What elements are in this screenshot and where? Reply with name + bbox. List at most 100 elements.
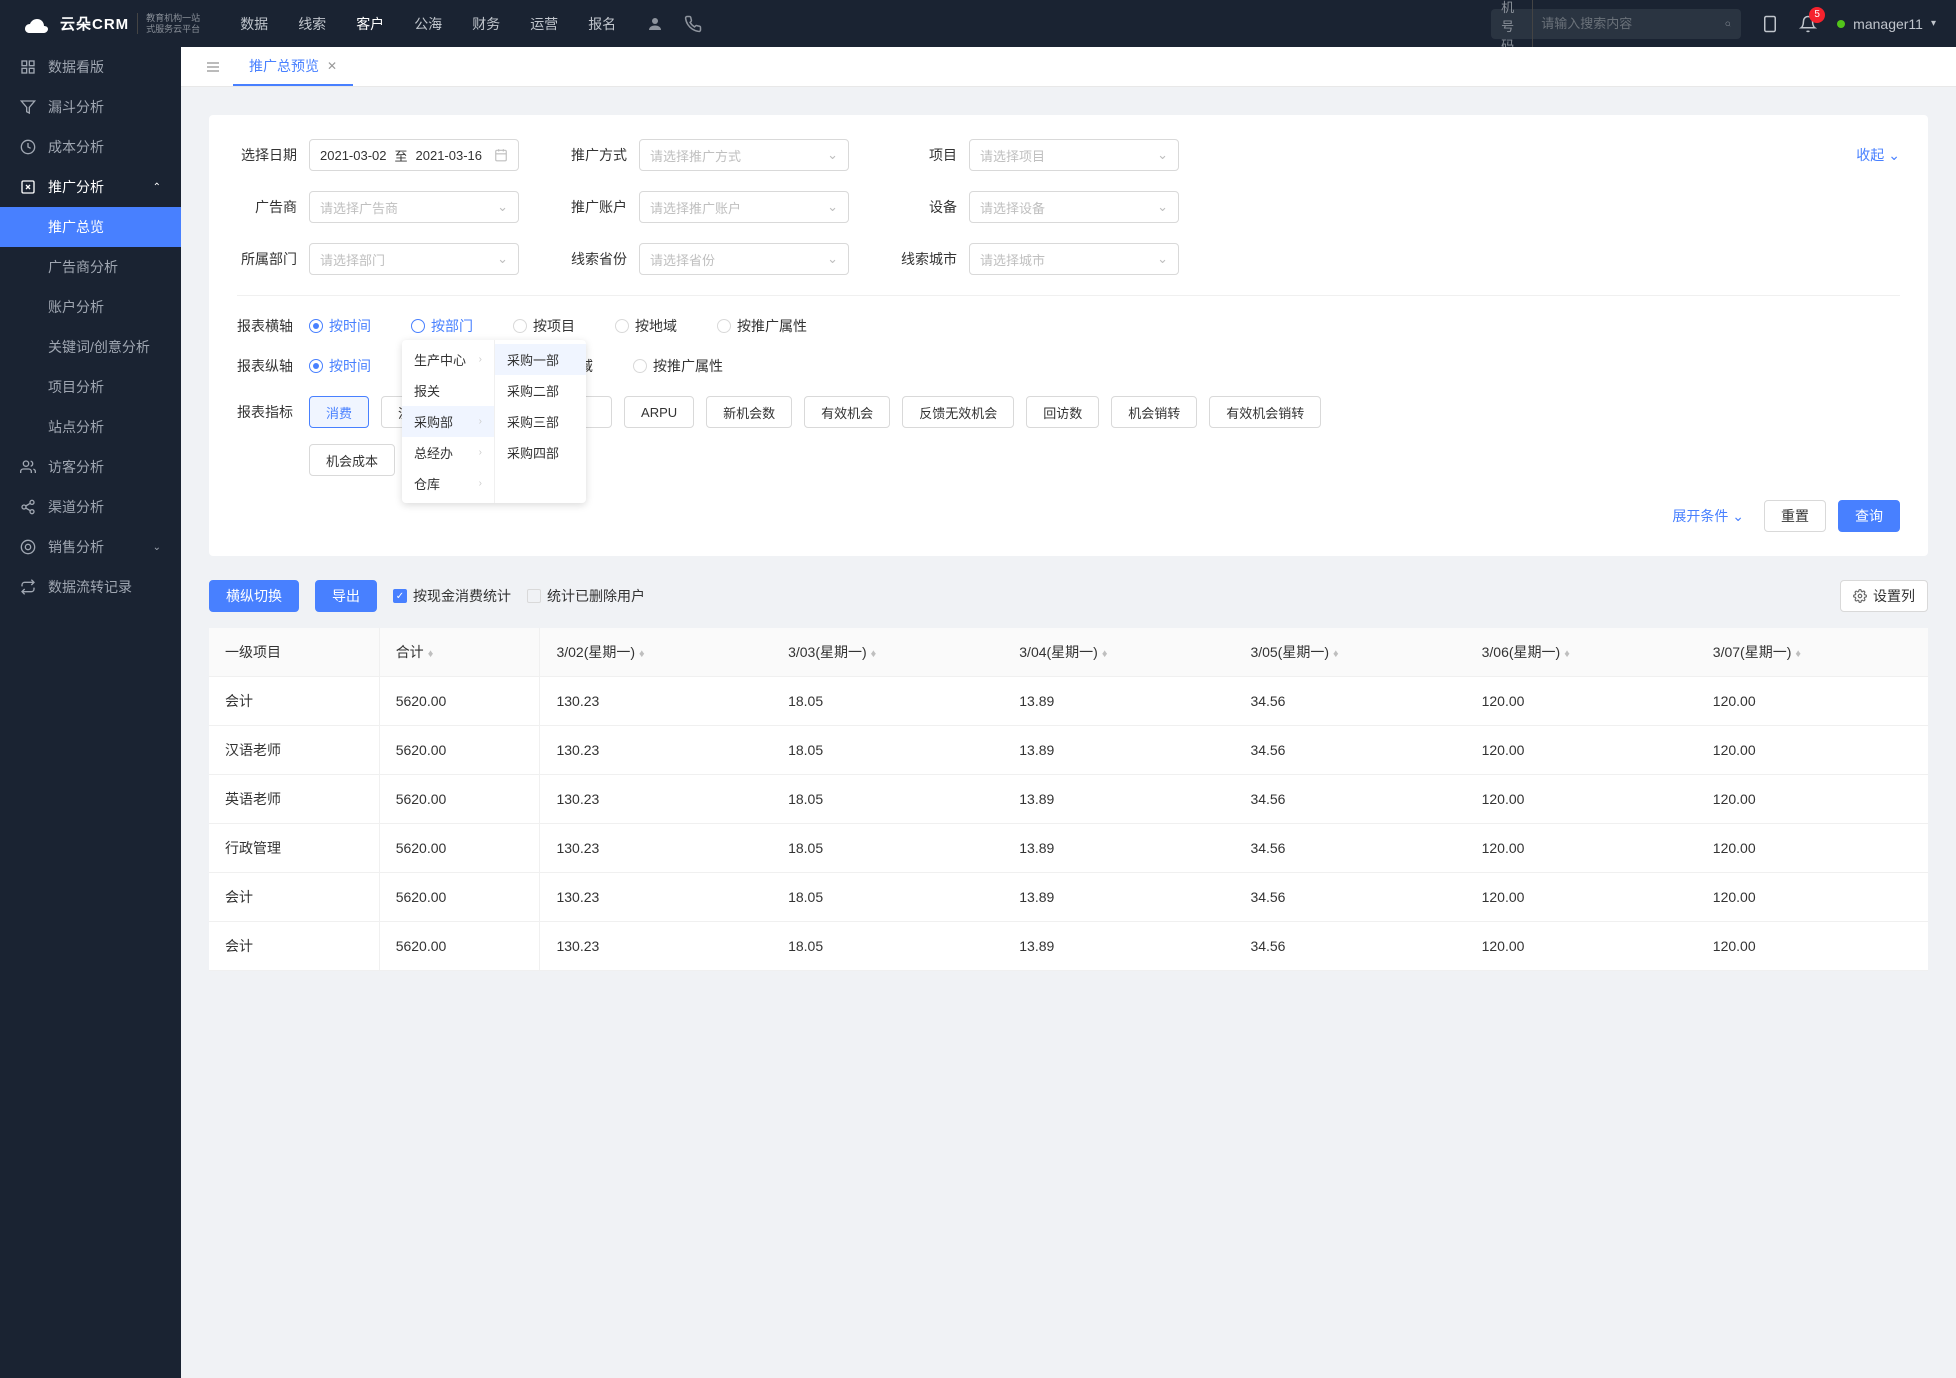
nav-item[interactable]: 报名 (588, 14, 616, 34)
table-header[interactable]: 一级项目 (209, 628, 379, 677)
radio-option[interactable]: 按推广属性 (717, 316, 807, 336)
table-header[interactable]: 3/02(星期一)♦ (540, 628, 772, 677)
radio-option[interactable]: 按推广属性 (633, 356, 723, 376)
radio-option[interactable]: 按地域 (615, 316, 677, 336)
dept-select[interactable]: 请选择部门⌄ (309, 243, 519, 275)
nav-item[interactable]: 公海 (414, 14, 442, 34)
switch-button[interactable]: 横纵切换 (209, 580, 299, 612)
table-cell: 120.00 (1697, 824, 1928, 873)
device-select[interactable]: 请选择设备⌄ (969, 191, 1179, 223)
export-button[interactable]: 导出 (315, 580, 377, 612)
metric-button[interactable]: 有效机会销转 (1209, 396, 1321, 428)
table-header[interactable]: 3/03(星期一)♦ (772, 628, 1003, 677)
date-range-picker[interactable]: 2021-03-02 至 2021-03-16 (309, 139, 519, 171)
dropdown-item[interactable]: 采购四部 (495, 437, 586, 468)
nav-item[interactable]: 客户 (356, 14, 384, 34)
sidebar-subitem[interactable]: 项目分析 (0, 367, 181, 407)
dropdown-item[interactable]: 生产中心› (402, 344, 494, 375)
mobile-icon[interactable] (1761, 15, 1779, 33)
chevron-down-icon: ⌄ (827, 199, 838, 215)
city-select[interactable]: 请选择城市⌄ (969, 243, 1179, 275)
phone-icon[interactable] (684, 15, 702, 33)
dropdown-item[interactable]: 采购二部 (495, 375, 586, 406)
sidebar-subitem[interactable]: 站点分析 (0, 407, 181, 447)
sidebar-subitem[interactable]: 推广总览 (0, 207, 181, 247)
logo-text: 云朵CRM (60, 13, 129, 34)
sidebar-subitem[interactable]: 关键词/创意分析 (0, 327, 181, 367)
advertiser-select[interactable]: 请选择广告商⌄ (309, 191, 519, 223)
search-icon[interactable] (1725, 16, 1731, 32)
cash-stats-checkbox[interactable]: 按现金消费统计 (393, 586, 511, 606)
method-select[interactable]: 请选择推广方式⌄ (639, 139, 849, 171)
dropdown-item[interactable]: 采购一部 (495, 344, 586, 375)
sidebar-item[interactable]: 漏斗分析 (0, 87, 181, 127)
sidebar-item[interactable]: 推广分析⌃ (0, 167, 181, 207)
sidebar-item[interactable]: 数据看版 (0, 47, 181, 87)
dropdown-item[interactable]: 报关 (402, 375, 494, 406)
chevron-right-icon: › (479, 447, 482, 458)
metric-button[interactable]: ARPU (624, 396, 694, 428)
table-cell: 18.05 (772, 775, 1003, 824)
metric-button[interactable]: 消费 (309, 396, 369, 428)
sidebar-item[interactable]: 成本分析 (0, 127, 181, 167)
reset-button[interactable]: 重置 (1764, 500, 1826, 532)
notification-bell[interactable]: 5 (1799, 15, 1817, 33)
chevron-down-icon: ⌄ (1157, 147, 1168, 163)
collapse-button[interactable]: 收起 ⌄ (1856, 145, 1900, 165)
metric-button[interactable]: 反馈无效机会 (902, 396, 1014, 428)
metric-button[interactable]: 新机会数 (706, 396, 792, 428)
metric-button[interactable]: 机会销转 (1111, 396, 1197, 428)
table-header[interactable]: 合计♦ (379, 628, 540, 677)
nav-item[interactable]: 财务 (472, 14, 500, 34)
sidebar-item[interactable]: 访客分析 (0, 447, 181, 487)
user-menu[interactable]: manager11 ▾ (1837, 16, 1936, 32)
table-header[interactable]: 3/05(星期一)♦ (1234, 628, 1465, 677)
expand-conditions-button[interactable]: 展开条件 ⌄ (1672, 506, 1744, 526)
sidebar-item[interactable]: 渠道分析 (0, 487, 181, 527)
table-header[interactable]: 3/07(星期一)♦ (1697, 628, 1928, 677)
checkbox-icon (527, 589, 541, 603)
project-select[interactable]: 请选择项目⌄ (969, 139, 1179, 171)
close-icon[interactable]: ✕ (327, 59, 337, 73)
account-select[interactable]: 请选择推广账户⌄ (639, 191, 849, 223)
flow-icon (20, 579, 36, 595)
username: manager11 (1853, 16, 1923, 32)
dropdown-item[interactable]: 采购三部 (495, 406, 586, 437)
radio-option[interactable]: 按部门 (411, 316, 473, 336)
dropdown-item[interactable]: 仓库› (402, 468, 494, 499)
dashboard-icon (20, 59, 36, 75)
table-cell: 5620.00 (379, 824, 540, 873)
search-input[interactable] (1533, 16, 1725, 31)
logo[interactable]: 云朵CRM 教育机构一站 式服务云平台 (20, 12, 200, 36)
radio-option[interactable]: 按时间 (309, 316, 371, 336)
nav-item[interactable]: 数据 (240, 14, 268, 34)
deleted-users-checkbox[interactable]: 统计已删除用户 (527, 586, 645, 606)
sidebar-toggle-icon[interactable] (193, 59, 233, 75)
nav-item[interactable]: 运营 (530, 14, 558, 34)
table-cell: 120.00 (1697, 726, 1928, 775)
table-cell: 120.00 (1697, 922, 1928, 971)
query-button[interactable]: 查询 (1838, 500, 1900, 532)
sidebar-subitem[interactable]: 账户分析 (0, 287, 181, 327)
sidebar-item[interactable]: 数据流转记录 (0, 567, 181, 607)
dropdown-item[interactable]: 总经办› (402, 437, 494, 468)
user-icon[interactable] (646, 15, 664, 33)
table-header[interactable]: 3/06(星期一)♦ (1466, 628, 1697, 677)
search-bar: 手机号码 ▾ (1491, 9, 1741, 39)
dropdown-item[interactable]: 采购部› (402, 406, 494, 437)
tab-bar: 推广总预览 ✕ (181, 47, 1956, 87)
chevron-down-icon: ⌄ (153, 542, 161, 553)
metric-button[interactable]: 有效机会 (804, 396, 890, 428)
tab-promo-overview[interactable]: 推广总预览 ✕ (233, 47, 353, 86)
nav-item[interactable]: 线索 (298, 14, 326, 34)
metric-button[interactable]: 机会成本 (309, 444, 395, 476)
sidebar-item[interactable]: 销售分析⌄ (0, 527, 181, 567)
settings-columns-button[interactable]: 设置列 (1840, 580, 1928, 612)
table-header[interactable]: 3/04(星期一)♦ (1003, 628, 1234, 677)
sidebar-subitem[interactable]: 广告商分析 (0, 247, 181, 287)
province-select[interactable]: 请选择省份⌄ (639, 243, 849, 275)
radio-option[interactable]: 按时间 (309, 356, 371, 376)
radio-option[interactable]: 按项目 (513, 316, 575, 336)
metric-button[interactable]: 回访数 (1026, 396, 1099, 428)
table-cell: 18.05 (772, 873, 1003, 922)
